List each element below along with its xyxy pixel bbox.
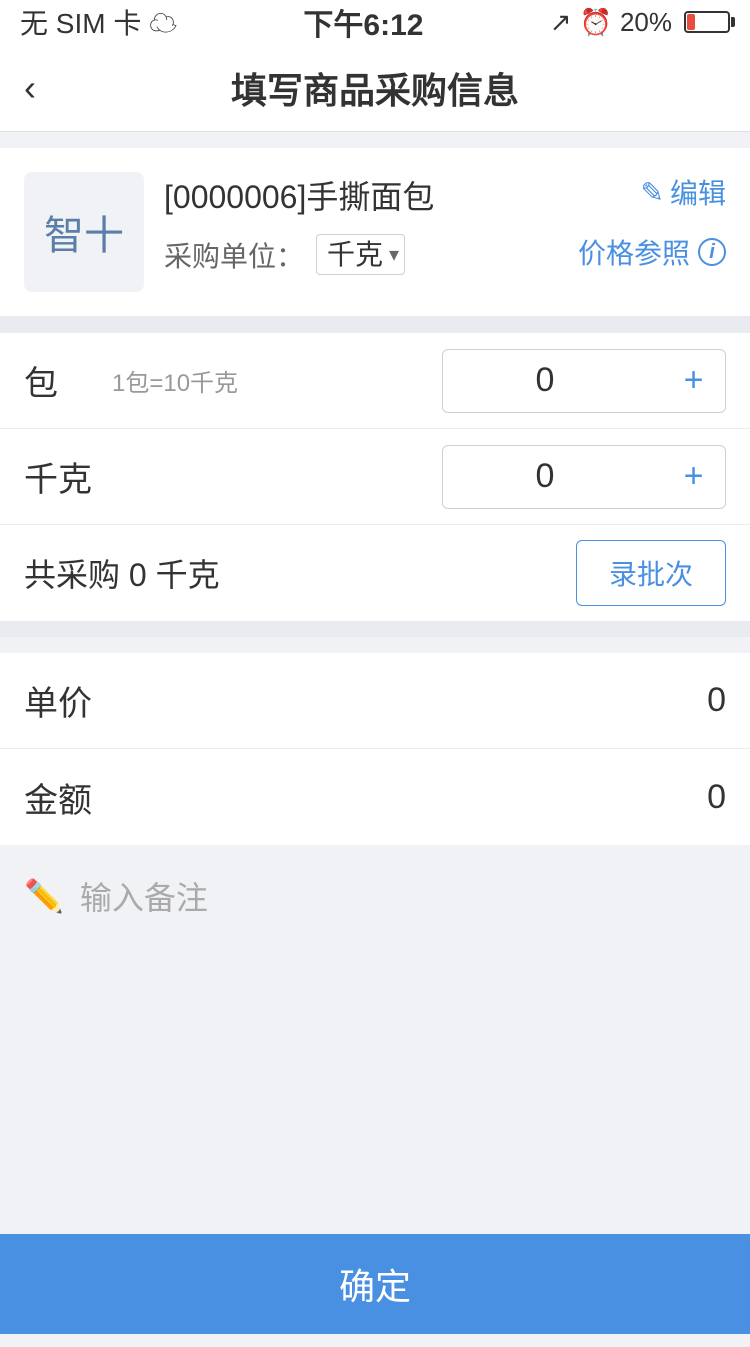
battery-icon	[684, 11, 730, 33]
unit-price-row: 单价 0	[0, 653, 750, 749]
kg-input[interactable]	[442, 445, 662, 509]
edit-label: 编辑	[670, 172, 726, 212]
total-label: 共采购 0 千克	[24, 550, 220, 596]
product-card: 智十 [0000006]手撕面包 采购单位： 千克 ✎ 编辑 价格参照 i	[0, 148, 750, 317]
kg-input-row: 千克 +	[0, 429, 750, 525]
pencil-icon: ✏️	[24, 877, 64, 915]
signal-text: 无 SIM 卡 ☁	[20, 2, 177, 42]
location-icon: ↗	[550, 7, 572, 38]
amount-label: 金额	[24, 773, 92, 822]
bag-label: 包	[24, 356, 104, 405]
record-batch-button[interactable]: 录批次	[576, 540, 726, 606]
nav-bar: ‹ 填写商品采购信息	[0, 44, 750, 132]
price-ref-label: 价格参照	[578, 232, 690, 272]
product-actions: ✎ 编辑 价格参照 i	[578, 172, 726, 272]
bag-input-right: +	[442, 349, 726, 413]
unit-select-wrap: 千克	[316, 234, 405, 275]
unit-label: 采购单位：	[164, 235, 304, 275]
back-button[interactable]: ‹	[24, 67, 36, 109]
battery-percent: 20%	[620, 7, 672, 38]
status-left: 无 SIM 卡 ☁	[20, 2, 177, 42]
bag-sublabel: 1包=10千克	[112, 363, 238, 398]
status-bar: 无 SIM 卡 ☁ 下午6:12 ↗ ⏰ 20%	[0, 0, 750, 44]
content-fill	[0, 947, 750, 1247]
status-time: 下午6:12	[303, 0, 423, 44]
unit-price-value: 0	[707, 681, 726, 720]
unit-select[interactable]: 千克	[316, 234, 405, 275]
info-icon: i	[698, 238, 726, 266]
edit-button[interactable]: ✎ 编辑	[641, 172, 726, 212]
price-section: 单价 0 金额 0	[0, 653, 750, 845]
bag-input[interactable]	[442, 349, 662, 413]
alarm-icon: ⏰	[580, 7, 612, 38]
product-image: 智十	[24, 172, 144, 292]
amount-value: 0	[707, 778, 726, 817]
product-unit-row: 采购单位： 千克	[164, 234, 558, 275]
status-right: ↗ ⏰ 20%	[550, 7, 730, 38]
battery-fill	[687, 14, 695, 30]
bag-plus-button[interactable]: +	[662, 349, 726, 413]
section-divider-1	[0, 317, 750, 333]
section-divider-2	[0, 621, 750, 637]
note-placeholder: 输入备注	[80, 873, 208, 919]
product-info: [0000006]手撕面包 采购单位： 千克	[164, 172, 558, 275]
input-section: 包 1包=10千克 + 千克 +	[0, 333, 750, 525]
edit-icon: ✎	[641, 176, 664, 209]
page-title: 填写商品采购信息	[231, 62, 519, 114]
kg-input-right: +	[442, 445, 726, 509]
product-logo: 智十	[44, 203, 124, 261]
total-row: 共采购 0 千克 录批次	[0, 525, 750, 621]
confirm-button[interactable]: 确定	[0, 1234, 750, 1334]
bag-input-row: 包 1包=10千克 +	[0, 333, 750, 429]
price-ref-button[interactable]: 价格参照 i	[578, 232, 726, 272]
amount-row: 金额 0	[0, 749, 750, 845]
kg-plus-button[interactable]: +	[662, 445, 726, 509]
product-name: [0000006]手撕面包	[164, 172, 558, 218]
kg-label: 千克	[24, 452, 104, 501]
unit-price-label: 单价	[24, 676, 92, 725]
note-section[interactable]: ✏️ 输入备注	[0, 845, 750, 947]
